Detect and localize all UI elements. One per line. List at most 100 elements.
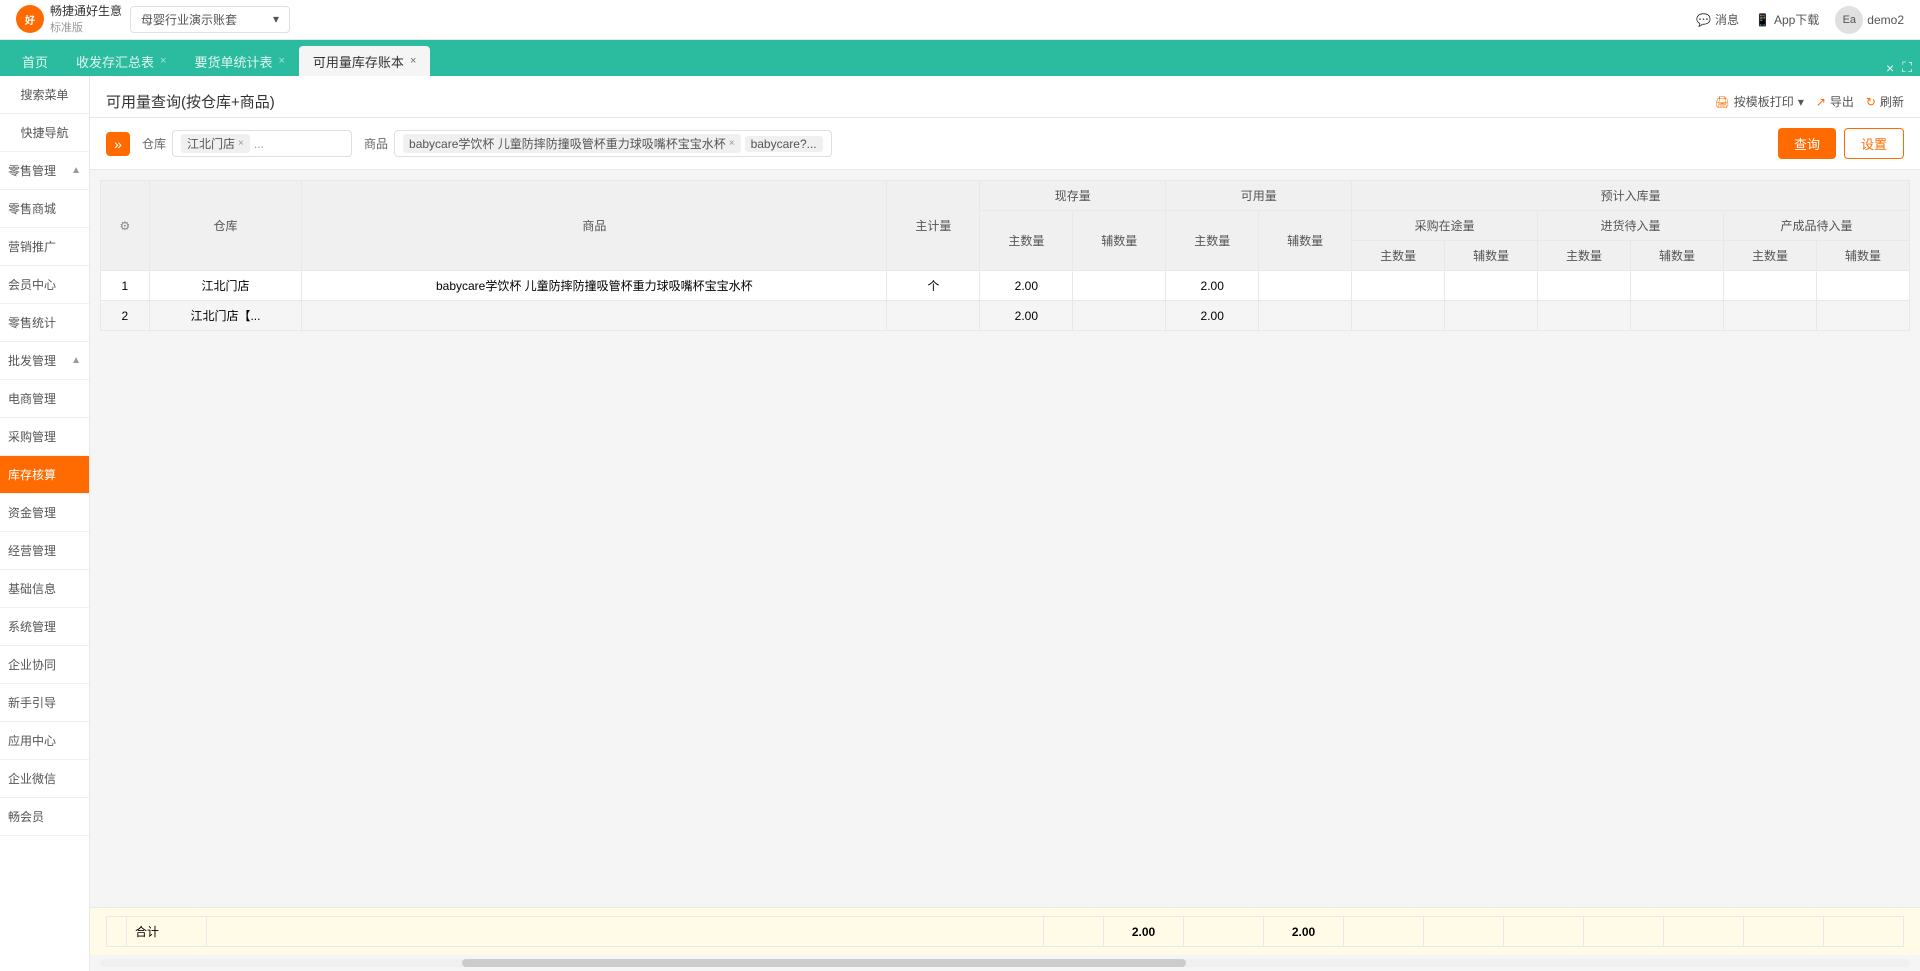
sidebar-marketing-label: 营销推广 [8,238,56,255]
sidebar-item-vip[interactable]: 畅会员 [0,798,89,836]
row-2-purchase-main [1352,301,1445,331]
col-avail-aux: 辅数量 [1259,211,1352,271]
sidebar-item-basics[interactable]: 基础信息 [0,570,89,608]
sidebar-item-wholesale[interactable]: 批发管理 ▲ [0,342,89,380]
sidebar-finance-label: 资金管理 [8,504,56,521]
query-button[interactable]: 查询 [1778,128,1836,159]
avatar-initials: Ea [1843,14,1856,26]
sidebar-item-retail-stats[interactable]: 零售统计 [0,304,89,342]
product-tag-1[interactable]: babycare学饮杯 儿童防摔防撞吸管杯重力球吸嘴杯宝宝水杯 × [403,134,741,153]
col-available-header: 可用量 [1166,181,1352,211]
sidebar-item-enterprise[interactable]: 企业协同 [0,646,89,684]
sidebar-item-member[interactable]: 会员中心 [0,266,89,304]
tab-bar: 首页 收发存汇总表 × 要货单统计表 × 可用量库存账本 × × ⛶ [0,40,1920,76]
sidebar-search[interactable]: 搜索菜单 [0,76,89,114]
col-warehouse-header: 仓库 [149,181,302,271]
horizontal-scrollbar[interactable] [100,959,1910,967]
sidebar-item-finance[interactable]: 资金管理 [0,494,89,532]
top-bar-left: 好 畅捷通好生意 标准版 母婴行业演示账套 ▾ [16,4,290,34]
app-download-btn[interactable]: 📱 App下载 [1755,11,1819,28]
tab-receipt-close[interactable]: × [160,55,166,67]
sidebar-item-ecommerce[interactable]: 电商管理 [0,380,89,418]
sidebar-item-operations[interactable]: 经营管理 [0,532,89,570]
sidebar-basics-label: 基础信息 [8,580,56,597]
col-incoming-aux: 辅数量 [1631,241,1724,271]
warehouse-tag-label: 江北门店 [187,135,235,152]
message-icon: 💬 [1696,13,1711,27]
row-1-incoming-main [1538,271,1631,301]
industry-selector[interactable]: 母婴行业演示账套 ▾ [130,6,290,33]
warehouse-input[interactable]: 江北门店 × ... [172,130,352,157]
expand-tab-btn[interactable]: ⛶ [1902,59,1912,76]
sidebar-item-marketing[interactable]: 营销推广 [0,228,89,266]
tab-available-stock[interactable]: 可用量库存账本 × [299,46,430,76]
sidebar-item-inventory[interactable]: 库存核算 [0,456,89,494]
export-label: 导出 [1830,93,1854,110]
settings-button[interactable]: 设置 [1844,128,1904,159]
row-1-unit: 个 [887,271,980,301]
sidebar-quick-nav[interactable]: 快捷导航 [0,114,89,152]
sidebar-item-wechat[interactable]: 企业微信 [0,760,89,798]
tab-order-stat-close[interactable]: × [278,55,284,67]
sidebar-item-app[interactable]: 应用中心 [0,722,89,760]
product-tag-label-2: babycare?... [751,137,817,151]
product-tag-2[interactable]: babycare?... [745,136,823,152]
tab-order-stat-label: 要货单统计表 [194,52,272,71]
refresh-icon: ↻ [1866,95,1876,109]
col-planned-inbound-header: 预计入库量 [1352,181,1910,211]
message-btn[interactable]: 💬 消息 [1696,11,1739,28]
chevron-icon: ▲ [71,165,81,176]
col-product-header: 商品 [302,181,887,271]
table-settings-icon[interactable]: ⚙ [119,219,130,233]
tab-order-stat[interactable]: 要货单统计表 × [180,46,298,76]
export-btn[interactable]: ↗ 导出 [1816,93,1854,110]
user-area[interactable]: Ea demo2 [1835,6,1904,34]
refresh-btn[interactable]: ↻ 刷新 [1866,93,1904,110]
sidebar-item-guide[interactable]: 新手引导 [0,684,89,722]
row-2-incoming-aux [1631,301,1724,331]
sidebar-item-sys-mgmt[interactable]: 系统管理 [0,608,89,646]
brand-info: 畅捷通好生意 标准版 [50,4,122,34]
col-settings[interactable]: ⚙ [101,181,150,271]
sidebar-vip-label: 畅会员 [8,808,44,825]
sidebar-sys-label: 系统管理 [8,618,56,635]
row-2-incoming-main [1538,301,1631,331]
sidebar-retail-mall-label: 零售商城 [8,200,56,217]
expand-btn[interactable]: » [106,132,130,156]
print-btn[interactable]: 🖨 按模板打印 ▾ [1715,93,1804,110]
col-stock-main: 主数量 [980,211,1073,271]
close-tab-btn[interactable]: × [1886,60,1894,76]
warehouse-ellipsis[interactable]: ... [254,137,264,151]
print-chevron: ▾ [1798,95,1804,109]
expand-icon: » [114,136,122,152]
tab-available-stock-label: 可用量库存账本 [313,52,404,71]
warehouse-tag-remove[interactable]: × [238,138,244,149]
col-stock-aux: 辅数量 [1073,211,1166,271]
product-input[interactable]: babycare学饮杯 儿童防摔防撞吸管杯重力球吸嘴杯宝宝水杯 × babyca… [394,130,832,157]
row-1-warehouse: 江北门店 [149,271,302,301]
tab-receipt-label: 收发存汇总表 [76,52,154,71]
warehouse-tag-1[interactable]: 江北门店 × [181,134,250,153]
row-1-avail-aux [1259,271,1352,301]
sidebar-item-purchase[interactable]: 采购管理 [0,418,89,456]
username: demo2 [1867,13,1904,27]
tab-receipt[interactable]: 收发存汇总表 × [62,46,180,76]
row-1-avail-main: 2.00 [1166,271,1259,301]
sidebar: 搜索菜单 快捷导航 零售管理 ▲ 零售商城 营销推广 会员中心 零售统计 批发管… [0,76,90,971]
brand-sub: 标准版 [50,19,122,35]
col-products-main: 主数量 [1723,241,1816,271]
message-label: 消息 [1715,11,1739,28]
tab-home[interactable]: 首页 [8,46,62,76]
filter-bar: » 仓库 江北门店 × ... 商品 babycare学饮杯 儿童防摔防撞吸管杯… [90,118,1920,170]
row-1-stock-aux [1073,271,1166,301]
refresh-label: 刷新 [1880,93,1904,110]
tab-available-stock-close[interactable]: × [410,55,416,67]
product-tag-1-remove[interactable]: × [729,138,735,149]
col-avail-main: 主数量 [1166,211,1259,271]
row-1-incoming-aux [1631,271,1724,301]
sidebar-item-retail-mall[interactable]: 零售商城 [0,190,89,228]
table-row: 1 江北门店 babycare学饮杯 儿童防摔防撞吸管杯重力球吸嘴杯宝宝水杯 个… [101,271,1910,301]
avatar: Ea [1835,6,1863,34]
sidebar-item-retail-mgmt[interactable]: 零售管理 ▲ [0,152,89,190]
sidebar-retail-mgmt-label: 零售管理 [8,162,56,179]
